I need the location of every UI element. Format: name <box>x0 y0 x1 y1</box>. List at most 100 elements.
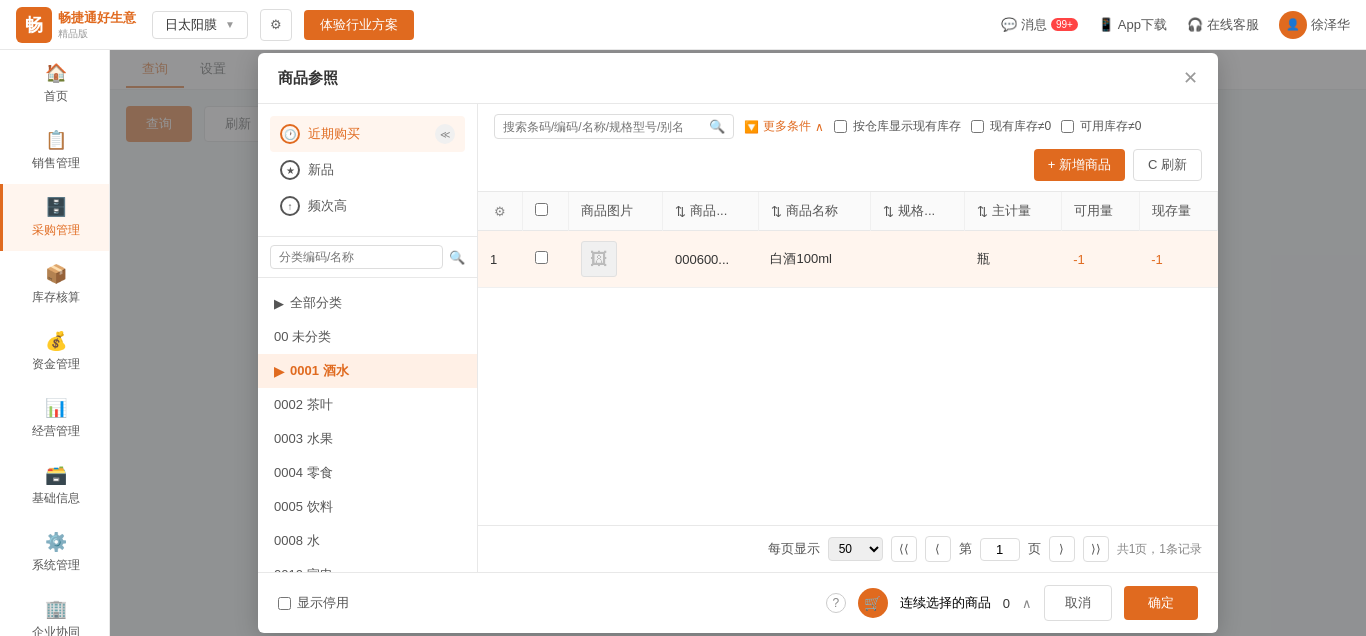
th-spec[interactable]: ⇅ 规格... <box>871 192 965 231</box>
enterprise-icon: 🏢 <box>45 598 67 620</box>
th-code[interactable]: ⇅ 商品... <box>663 192 759 231</box>
modal-close-button[interactable]: ✕ <box>1183 67 1198 89</box>
footer-right-area: ? 🛒 连续选择的商品 0 ∧ 取消 确定 <box>826 585 1198 621</box>
last-page-button[interactable]: ⟩⟩ <box>1083 536 1109 562</box>
checkbox-warehouse[interactable] <box>834 120 847 133</box>
sidebar-item-inventory[interactable]: 📦 库存核算 <box>0 251 109 318</box>
sidebar-label-purchase: 采购管理 <box>32 222 80 239</box>
cancel-button[interactable]: 取消 <box>1044 585 1112 621</box>
product-search-icon[interactable]: 🔍 <box>709 119 725 134</box>
page-number-input[interactable] <box>980 538 1020 561</box>
modal-header: 商品参照 ✕ <box>258 53 1218 104</box>
th-unit[interactable]: ⇅ 主计量 <box>965 192 1061 231</box>
sidebar-item-purchase[interactable]: 🗄️ 采购管理 <box>0 184 109 251</box>
trial-button[interactable]: 体验行业方案 <box>304 10 414 40</box>
page-size-label: 每页显示 <box>768 540 820 558</box>
sidebar-label-system: 系统管理 <box>32 557 80 574</box>
category-item-0010[interactable]: 0010 家电 <box>258 558 477 572</box>
customer-service-nav-item[interactable]: 🎧 在线客服 <box>1187 16 1259 34</box>
nav-item-frequent[interactable]: ↑ 频次高 <box>270 188 465 224</box>
select-all-checkbox[interactable] <box>535 203 548 216</box>
next-page-button[interactable]: ⟩ <box>1049 536 1075 562</box>
show-disabled-checkbox[interactable] <box>278 597 291 610</box>
logo-text-area: 畅捷通好生意 精品版 <box>58 9 136 41</box>
category-item-00[interactable]: 00 未分类 <box>258 320 477 354</box>
category-item-0003[interactable]: 0003 水果 <box>258 422 477 456</box>
sidebar-item-system[interactable]: ⚙️ 系统管理 <box>0 519 109 586</box>
category-item-0005[interactable]: 0005 饮料 <box>258 490 477 524</box>
cell-checkbox <box>523 231 569 288</box>
category-item-0008[interactable]: 0008 水 <box>258 524 477 558</box>
collapse-icon[interactable]: ≪ <box>435 124 455 144</box>
messages-nav-item[interactable]: 💬 消息 99+ <box>1001 16 1078 34</box>
sidebar-label-sales: 销售管理 <box>32 155 80 172</box>
sidebar-item-enterprise[interactable]: 🏢 企业协同 <box>0 586 109 636</box>
checkbox-stock[interactable] <box>971 120 984 133</box>
sidebar-item-operations[interactable]: 📊 经营管理 <box>0 385 109 452</box>
cell-seq: 1 <box>478 231 523 288</box>
top-nav: 畅 畅捷通好生意 精品版 日太阳膜 ▼ ⚙ 体验行业方案 💬 消息 99+ 📱 … <box>0 0 1366 50</box>
nav-item-new[interactable]: ★ 新品 <box>270 152 465 188</box>
cell-spec <box>871 231 965 288</box>
product-thumbnail: 🖼 <box>581 241 617 277</box>
checkbox-available[interactable] <box>1061 120 1074 133</box>
sidebar-item-funds[interactable]: 💰 资金管理 <box>0 318 109 385</box>
store-selector[interactable]: 日太阳膜 ▼ <box>152 11 248 39</box>
category-item-0001[interactable]: ▶ 0001 酒水 <box>258 354 477 388</box>
cell-name: 白酒100ml <box>758 231 870 288</box>
nav-item-recent[interactable]: 🕐 近期购买 ≪ <box>270 116 465 152</box>
sidebar-label-operations: 经营管理 <box>32 423 80 440</box>
main-layout: 🏠 首页 📋 销售管理 🗄️ 采购管理 📦 库存核算 💰 资金管理 📊 经营管理… <box>0 50 1366 636</box>
show-disabled-area: 显示停用 <box>278 594 349 612</box>
messages-label: 消息 <box>1021 16 1047 34</box>
category-search-icon[interactable]: 🔍 <box>449 250 465 265</box>
table-row[interactable]: 1 🖼 000600... 白酒100ml <box>478 231 1218 288</box>
category-item-all[interactable]: ▶ 全部分类 <box>258 286 477 320</box>
sidebar-label-basics: 基础信息 <box>32 490 80 507</box>
customer-service-label: 在线客服 <box>1207 16 1259 34</box>
collapse-up-icon[interactable]: ∧ <box>1022 596 1032 611</box>
logo-icon: 畅 <box>16 7 52 43</box>
app-download-nav-item[interactable]: 📱 App下载 <box>1098 16 1167 34</box>
modal-toolbar: 🔍 🔽 更多条件 ∧ 按仓库显示现有库存 <box>478 104 1218 192</box>
page-size-select[interactable]: 10 20 50 100 <box>828 537 883 561</box>
help-icon[interactable]: ? <box>826 593 846 613</box>
basics-icon: 🗃️ <box>45 464 67 486</box>
user-profile-nav-item[interactable]: 👤 徐泽华 <box>1279 11 1350 39</box>
prev-page-button[interactable]: ⟨ <box>925 536 951 562</box>
add-product-button[interactable]: + 新增商品 <box>1034 149 1125 181</box>
cart-label: 连续选择的商品 <box>900 594 991 612</box>
modal-body: 🕐 近期购买 ≪ ★ 新品 ↑ 频次高 <box>258 104 1218 572</box>
category-label-0001: 0001 酒水 <box>290 362 349 380</box>
refresh-button[interactable]: C 刷新 <box>1133 149 1202 181</box>
sales-icon: 📋 <box>45 129 67 151</box>
new-icon: ★ <box>280 160 300 180</box>
filter-icon: 🔽 <box>744 120 759 134</box>
th-settings[interactable]: ⚙ <box>478 192 523 231</box>
th-name[interactable]: ⇅ 商品名称 <box>758 192 870 231</box>
more-filters-button[interactable]: 🔽 更多条件 ∧ <box>744 118 824 135</box>
settings-button[interactable]: ⚙ <box>260 9 292 41</box>
category-label-all: 全部分类 <box>290 294 342 312</box>
first-page-button[interactable]: ⟨⟨ <box>891 536 917 562</box>
logo-sub: 精品版 <box>58 27 136 41</box>
sidebar-item-basics[interactable]: 🗃️ 基础信息 <box>0 452 109 519</box>
modal-title: 商品参照 <box>278 69 338 88</box>
sidebar-item-home[interactable]: 🏠 首页 <box>0 50 109 117</box>
cell-image: 🖼 <box>569 231 663 288</box>
th-checkbox <box>523 192 569 231</box>
cell-code: 000600... <box>663 231 759 288</box>
product-search-input[interactable] <box>503 120 703 134</box>
row-checkbox[interactable] <box>535 251 548 264</box>
sidebar-item-sales[interactable]: 📋 销售管理 <box>0 117 109 184</box>
page-label: 第 <box>959 540 972 558</box>
sidebar-label-home: 首页 <box>44 88 68 105</box>
checkbox-group-warehouse: 按仓库显示现有库存 <box>834 118 961 135</box>
frequent-icon: ↑ <box>280 196 300 216</box>
expand-arrow-all: ▶ <box>274 296 284 311</box>
category-search-input[interactable] <box>270 245 443 269</box>
confirm-button[interactable]: 确定 <box>1124 586 1198 620</box>
category-item-0004[interactable]: 0004 零食 <box>258 456 477 490</box>
category-item-0002[interactable]: 0002 茶叶 <box>258 388 477 422</box>
cart-count: 0 <box>1003 596 1010 611</box>
